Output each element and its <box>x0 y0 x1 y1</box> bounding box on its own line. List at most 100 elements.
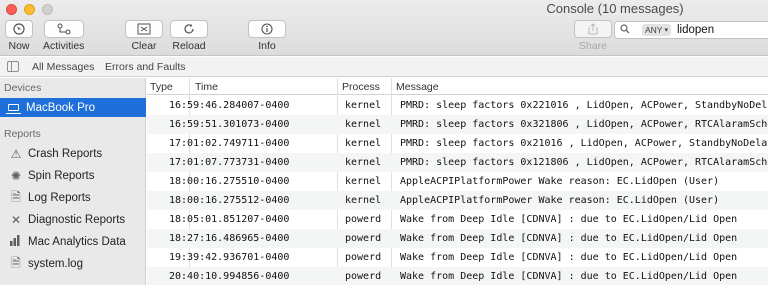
document-icon: 🗎 <box>11 189 21 204</box>
message-cell: PMRD: sleep factors 0x321806 , LidOpen, … <box>400 119 768 130</box>
time-cell: 20:40:10.994856-0400 <box>169 271 290 282</box>
errors-faults-filter[interactable]: Errors and Faults <box>105 61 186 73</box>
table-row[interactable]: 18:00:16.275512-0400 kernel AppleACPIPlatf… <box>147 191 768 210</box>
time-cell: 19:39:42.936701-0400 <box>169 252 290 263</box>
process-cell: kernel <box>345 138 382 149</box>
filter-bar: All Messages Errors and Faults <box>0 57 768 77</box>
warning-icon: ⚠ <box>10 147 22 161</box>
info-icon <box>248 20 286 38</box>
zoom-window-button[interactable] <box>42 4 53 15</box>
sidebar-item-label: Diagnostic Reports <box>28 214 126 226</box>
search-scope-label: ANY <box>645 25 663 35</box>
document-icon: 🗎 <box>11 255 21 270</box>
close-window-button[interactable] <box>6 4 17 15</box>
search-icon <box>620 23 634 37</box>
share-button[interactable]: Share <box>574 20 612 52</box>
search-field[interactable]: ANY ▾ lidopen <box>614 21 768 39</box>
reload-icon <box>170 20 208 38</box>
tools-icon: ✕ <box>10 213 22 227</box>
time-cell: 16:59:51.301073-0400 <box>169 119 290 130</box>
sidebar-item-log-reports[interactable]: 🗎 Log Reports <box>0 187 146 209</box>
table-row[interactable]: 16:59:46.284007-0400 kernel PMRD: sleep fa… <box>147 96 768 115</box>
reports-header: Reports <box>4 128 41 140</box>
message-cell: Wake from Deep Idle [CDNVA] : due to EC.… <box>400 252 738 263</box>
sidebar-item-spin-reports[interactable]: ✺ Spin Reports <box>0 165 146 187</box>
all-messages-filter[interactable]: All Messages <box>32 61 94 73</box>
table-header: Type Time Process Message <box>147 78 768 95</box>
clear-icon <box>125 20 163 38</box>
sidebar-item-label: Mac Analytics Data <box>28 236 126 248</box>
share-icon <box>574 20 612 38</box>
sidebar-item-macbook-pro[interactable]: MacBook Pro <box>0 98 146 117</box>
message-cell: PMRD: sleep factors 0x21016 , LidOpen, A… <box>400 138 768 149</box>
process-cell: kernel <box>345 195 382 206</box>
chevron-down-icon: ▾ <box>664 27 668 34</box>
time-cell: 18:05:01.851207-0400 <box>169 214 290 225</box>
table-row[interactable]: 19:39:42.936701-0400 powerd Wake from Deep… <box>147 248 768 267</box>
process-cell: kernel <box>345 176 382 187</box>
activities-icon <box>43 20 84 38</box>
process-cell: powerd <box>345 252 382 263</box>
sidebar-item-crash-reports[interactable]: ⚠ Crash Reports <box>0 143 146 165</box>
devices-header: Devices <box>4 82 42 94</box>
sidebar: Devices MacBook Pro Reports ⚠ Crash Repo… <box>0 78 146 285</box>
time-cell: 17:01:07.773731-0400 <box>169 157 290 168</box>
sidebar-item-mac-analytics-data[interactable]: Mac Analytics Data <box>0 231 146 253</box>
table-row[interactable]: 20:40:10.994856-0400 powerd Wake from Deep… <box>147 267 768 285</box>
sidebar-toggle-icon[interactable] <box>7 61 19 72</box>
now-label: Now <box>8 40 30 52</box>
info-button[interactable]: Info <box>248 20 286 52</box>
time-cell: 18:00:16.275512-0400 <box>169 195 290 206</box>
reload-label: Reload <box>172 40 206 52</box>
minimize-window-button[interactable] <box>24 4 35 15</box>
table-row[interactable]: 18:00:16.275510-0400 kernel AppleACPIPlatf… <box>147 172 768 191</box>
column-header-time[interactable]: Time <box>195 81 218 93</box>
sidebar-item-label: system.log <box>28 258 83 270</box>
spin-icon: ✺ <box>10 169 22 183</box>
table-row[interactable]: 17:01:02.749711-0400 kernel PMRD: sleep fa… <box>147 134 768 153</box>
toolbar: Console (10 messages) Now Activities Cle… <box>0 0 768 56</box>
message-cell: Wake from Deep Idle [CDNVA] : due to EC.… <box>400 214 738 225</box>
window-controls <box>6 4 53 15</box>
process-cell: powerd <box>345 233 382 244</box>
message-cell: PMRD: sleep factors 0x221016 , LidOpen, … <box>400 100 768 111</box>
sidebar-item-diagnostic-reports[interactable]: ✕ Diagnostic Reports <box>0 209 146 231</box>
search-scope-token[interactable]: ANY ▾ <box>642 24 671 36</box>
laptop-icon <box>6 104 21 114</box>
reload-button[interactable]: Reload <box>170 20 208 52</box>
table-row[interactable]: 18:05:01.851207-0400 powerd Wake from Deep… <box>147 210 768 229</box>
window-title: Console (10 messages) <box>546 1 684 16</box>
column-header-message[interactable]: Message <box>396 81 439 93</box>
column-header-type[interactable]: Type <box>150 81 173 93</box>
message-cell: Wake from Deep Idle [CDNVA] : due to EC.… <box>400 233 738 244</box>
table-row[interactable]: 18:27:16.486965-0400 powerd Wake from Deep… <box>147 229 768 248</box>
message-cell: AppleACPIPlatformPower Wake reason: EC.L… <box>400 195 720 206</box>
message-cell: PMRD: sleep factors 0x121806 , LidOpen, … <box>400 157 768 168</box>
activities-button[interactable]: Activities <box>43 20 84 52</box>
share-label: Share <box>578 40 608 52</box>
now-button[interactable]: Now <box>5 20 33 52</box>
now-icon <box>5 20 33 38</box>
time-cell: 18:00:16.275510-0400 <box>169 176 290 187</box>
table-row[interactable]: 17:01:07.773731-0400 kernel PMRD: sleep fa… <box>147 153 768 172</box>
column-header-process[interactable]: Process <box>342 81 380 93</box>
sidebar-item-label: Log Reports <box>28 192 91 204</box>
table-row[interactable]: 16:59:51.301073-0400 kernel PMRD: sleep fa… <box>147 115 768 134</box>
clear-button[interactable]: Clear <box>125 20 163 52</box>
search-query[interactable]: lidopen <box>677 24 714 36</box>
process-cell: kernel <box>345 157 382 168</box>
process-cell: kernel <box>345 100 382 111</box>
message-cell: Wake from Deep Idle [CDNVA] : due to EC.… <box>400 271 738 282</box>
sidebar-item-label: Spin Reports <box>28 170 95 182</box>
time-cell: 16:59:46.284007-0400 <box>169 100 290 111</box>
process-cell: powerd <box>345 214 382 225</box>
clear-label: Clear <box>131 40 157 52</box>
activities-label: Activities <box>43 40 85 52</box>
sidebar-item-system-log[interactable]: 🗎 system.log <box>0 253 146 275</box>
time-cell: 17:01:02.749711-0400 <box>169 138 290 149</box>
info-label: Info <box>258 40 276 52</box>
message-cell: AppleACPIPlatformPower Wake reason: EC.L… <box>400 176 720 187</box>
process-cell: powerd <box>345 271 382 282</box>
process-cell: kernel <box>345 119 382 130</box>
sidebar-item-label: Crash Reports <box>28 148 103 160</box>
